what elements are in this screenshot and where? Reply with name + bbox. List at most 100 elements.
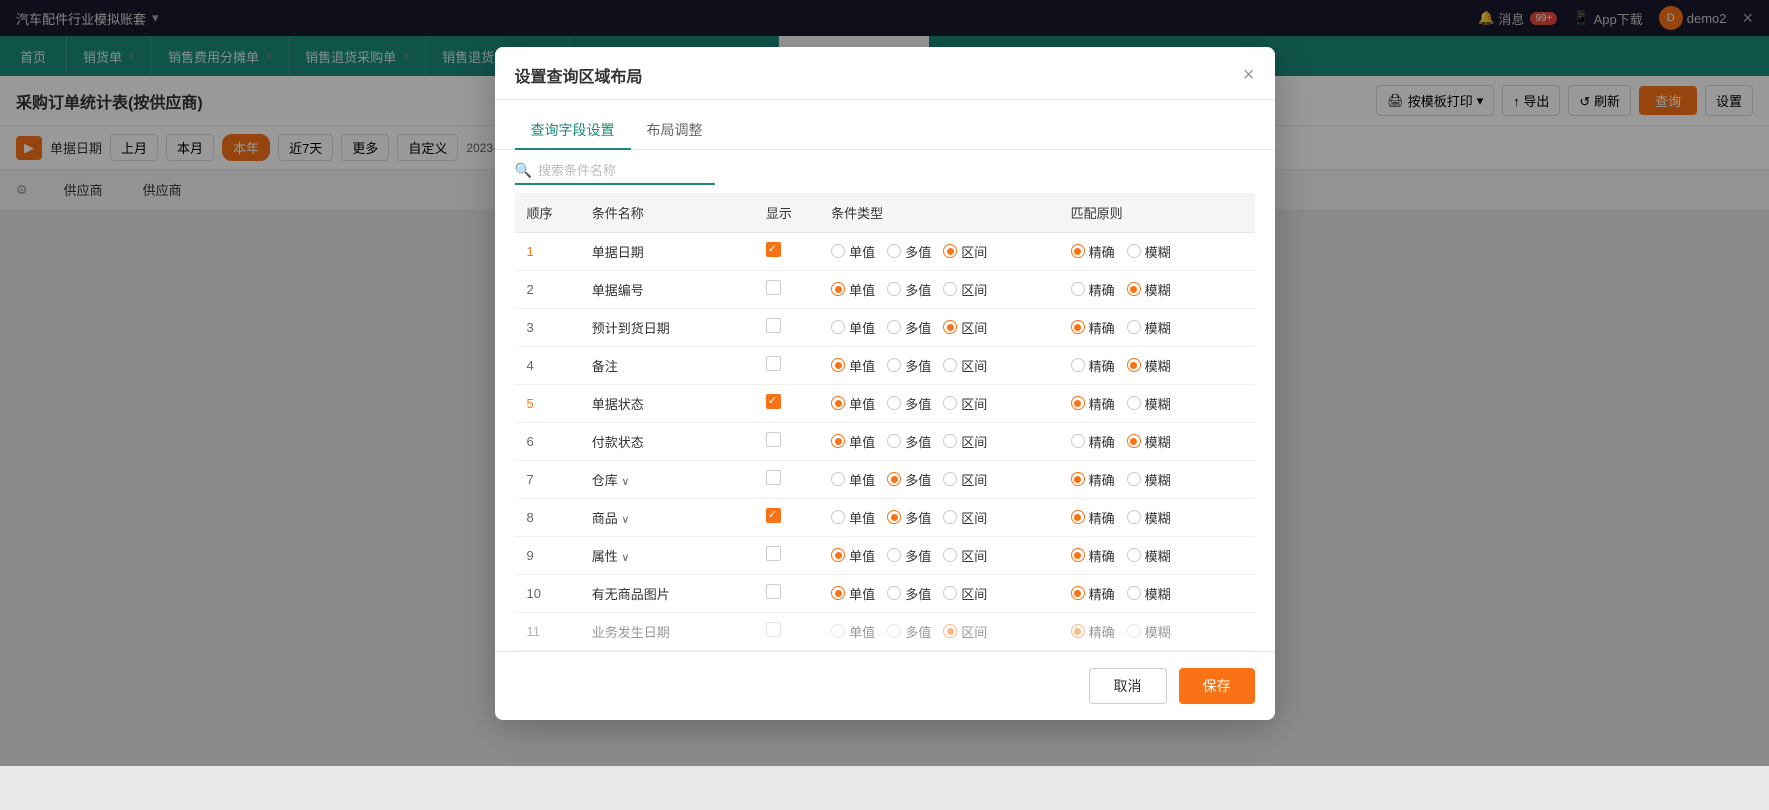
display-checkbox[interactable]	[766, 584, 781, 599]
match-radio-模糊[interactable]: 模糊	[1127, 622, 1171, 641]
type-radio-多值[interactable]: 多值	[887, 432, 931, 451]
table-row: 7仓库 ∨单值多值区间精确模糊	[515, 460, 1255, 498]
match-radio-模糊[interactable]: 模糊	[1127, 470, 1171, 489]
type-radio-区间[interactable]: 区间	[943, 584, 987, 603]
display-checkbox[interactable]	[766, 394, 781, 409]
match-radio-精确[interactable]: 精确	[1071, 356, 1115, 375]
cell-display[interactable]	[754, 270, 819, 308]
type-radio-区间[interactable]: 区间	[943, 394, 987, 413]
type-radio-多值[interactable]: 多值	[887, 356, 931, 375]
display-checkbox[interactable]	[766, 432, 781, 447]
modal-search-area: 🔍	[495, 150, 1275, 193]
cell-type: 单值多值区间	[819, 384, 1058, 422]
type-radio-多值[interactable]: 多值	[887, 546, 931, 565]
cell-display[interactable]	[754, 460, 819, 498]
match-radio-精确[interactable]: 精确	[1071, 546, 1115, 565]
display-checkbox[interactable]	[766, 280, 781, 295]
match-radio-精确[interactable]: 精确	[1071, 584, 1115, 603]
match-radio-模糊[interactable]: 模糊	[1127, 280, 1171, 299]
match-radio-精确[interactable]: 精确	[1071, 318, 1115, 337]
cell-display[interactable]	[754, 308, 819, 346]
type-radio-多值[interactable]: 多值	[887, 280, 931, 299]
match-radio-模糊[interactable]: 模糊	[1127, 318, 1171, 337]
match-radio-模糊[interactable]: 模糊	[1127, 242, 1171, 261]
modal-tab-query-fields[interactable]: 查询字段设置	[515, 112, 631, 150]
cell-match: 精确模糊	[1059, 232, 1255, 270]
type-radio-单值[interactable]: 单值	[831, 280, 875, 299]
search-input[interactable]	[538, 163, 715, 178]
display-checkbox[interactable]	[766, 470, 781, 485]
cell-name: 单据编号	[580, 270, 754, 308]
type-radio-多值[interactable]: 多值	[887, 622, 931, 641]
match-radio-模糊[interactable]: 模糊	[1127, 356, 1171, 375]
type-radio-区间[interactable]: 区间	[943, 280, 987, 299]
cell-display[interactable]	[754, 536, 819, 574]
type-radio-单值[interactable]: 单值	[831, 356, 875, 375]
type-radio-区间[interactable]: 区间	[943, 622, 987, 641]
match-radio-精确[interactable]: 精确	[1071, 508, 1115, 527]
match-radio-精确[interactable]: 精确	[1071, 242, 1115, 261]
type-radio-单值[interactable]: 单值	[831, 508, 875, 527]
match-radio-模糊[interactable]: 模糊	[1127, 546, 1171, 565]
cancel-button[interactable]: 取消	[1089, 668, 1167, 704]
cell-display[interactable]	[754, 574, 819, 612]
type-radio-多值[interactable]: 多值	[887, 318, 931, 337]
type-radio-单值[interactable]: 单值	[831, 584, 875, 603]
type-radio-多值[interactable]: 多值	[887, 394, 931, 413]
match-radio-精确[interactable]: 精确	[1071, 622, 1115, 641]
match-radio-模糊[interactable]: 模糊	[1127, 394, 1171, 413]
match-radio-模糊[interactable]: 模糊	[1127, 508, 1171, 527]
type-radio-区间[interactable]: 区间	[943, 508, 987, 527]
match-radio-精确[interactable]: 精确	[1071, 432, 1115, 451]
type-radio-区间[interactable]: 区间	[943, 242, 987, 261]
match-radio-模糊[interactable]: 模糊	[1127, 584, 1171, 603]
cell-order: 3	[515, 308, 580, 346]
type-radio-区间[interactable]: 区间	[943, 356, 987, 375]
display-checkbox[interactable]	[766, 356, 781, 371]
type-radio-单值[interactable]: 单值	[831, 242, 875, 261]
match-radio-精确[interactable]: 精确	[1071, 280, 1115, 299]
display-checkbox[interactable]	[766, 622, 781, 637]
type-radio-单值[interactable]: 单值	[831, 432, 875, 451]
type-radio-区间[interactable]: 区间	[943, 318, 987, 337]
cell-display[interactable]	[754, 612, 819, 650]
match-radio-模糊[interactable]: 模糊	[1127, 432, 1171, 451]
search-icon: 🔍	[515, 162, 532, 179]
cell-display[interactable]	[754, 498, 819, 536]
type-radio-区间[interactable]: 区间	[943, 470, 987, 489]
cell-display[interactable]	[754, 422, 819, 460]
cell-order: 9	[515, 536, 580, 574]
type-radio-单值[interactable]: 单值	[831, 546, 875, 565]
cell-match: 精确模糊	[1059, 498, 1255, 536]
display-checkbox[interactable]	[766, 318, 781, 333]
type-radio-单值[interactable]: 单值	[831, 470, 875, 489]
cell-match: 精确模糊	[1059, 612, 1255, 650]
modal-close-button[interactable]: ×	[1243, 65, 1255, 85]
display-checkbox[interactable]	[766, 546, 781, 561]
display-checkbox[interactable]	[766, 508, 781, 523]
save-button[interactable]: 保存	[1179, 668, 1255, 704]
cell-display[interactable]	[754, 232, 819, 270]
display-checkbox[interactable]	[766, 242, 781, 257]
match-radio-精确[interactable]: 精确	[1071, 470, 1115, 489]
type-radio-多值[interactable]: 多值	[887, 584, 931, 603]
type-radio-单值[interactable]: 单值	[831, 318, 875, 337]
type-radio-多值[interactable]: 多值	[887, 508, 931, 527]
modal-overlay: 设置查询区域布局 × 查询字段设置 布局调整 🔍 顺序	[0, 0, 1769, 766]
type-radio-区间[interactable]: 区间	[943, 546, 987, 565]
type-radio-单值[interactable]: 单值	[831, 394, 875, 413]
type-radio-多值[interactable]: 多值	[887, 242, 931, 261]
cell-name: 备注	[580, 346, 754, 384]
match-radio-精确[interactable]: 精确	[1071, 394, 1115, 413]
cell-name: 单据状态	[580, 384, 754, 422]
modal-tab-layout[interactable]: 布局调整	[631, 112, 719, 150]
type-radio-区间[interactable]: 区间	[943, 432, 987, 451]
cell-order: 10	[515, 574, 580, 612]
cell-display[interactable]	[754, 384, 819, 422]
type-radio-多值[interactable]: 多值	[887, 470, 931, 489]
cell-display[interactable]	[754, 346, 819, 384]
table-row: 8商品 ∨单值多值区间精确模糊	[515, 498, 1255, 536]
modal-table-wrap[interactable]: 顺序 条件名称 显示 条件类型 匹配原则 1单据日期单值多值区间精确模糊2单据编…	[495, 193, 1275, 651]
type-radio-单值[interactable]: 单值	[831, 622, 875, 641]
cell-order: 5	[515, 384, 580, 422]
